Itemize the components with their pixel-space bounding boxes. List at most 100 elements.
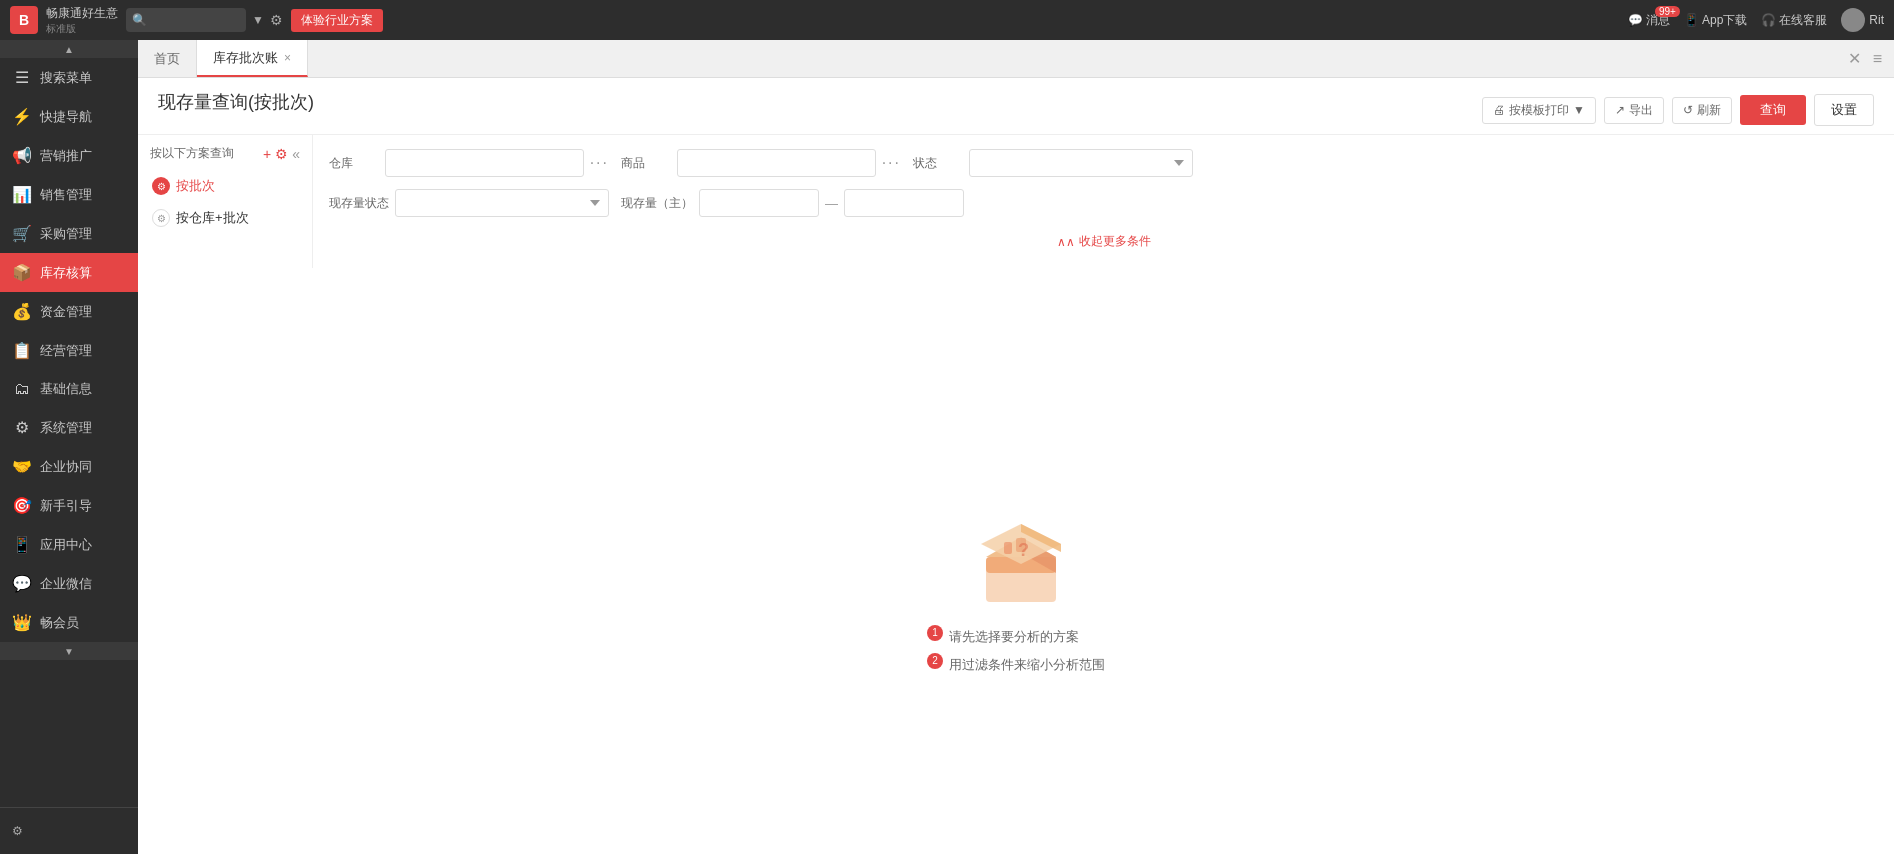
sidebar-item-member[interactable]: 👑 畅会员 [0,603,138,642]
newbie-icon: 🎯 [12,496,32,515]
sidebar-label-purchase: 采购管理 [40,225,92,243]
step-2-text: 用过滤条件来缩小分析范围 [949,652,1105,678]
sidebar-label-search: 搜索菜单 [40,69,92,87]
print-button[interactable]: 🖨 按模板打印 ▼ [1482,97,1596,124]
sidebar-item-marketing[interactable]: 📢 营销推广 [0,136,138,175]
app-company: 畅康通好生意 [46,5,118,22]
sidebar-item-inventory[interactable]: 📦 库存核算 [0,253,138,292]
filter-sidebar-collapse-icon[interactable]: « [292,146,300,162]
filter-option-by-warehouse-batch[interactable]: ⚙ 按仓库+批次 [138,202,312,234]
operations-icon: 📋 [12,341,32,360]
top-nav: 🔍 ▼ ⚙ [126,8,283,32]
sidebar-item-enterprise[interactable]: 🤝 企业协同 [0,447,138,486]
empty-step-2: 2 用过滤条件来缩小分析范围 [927,652,1105,678]
product-more-icon[interactable]: ··· [882,154,901,172]
sidebar-scroll-up[interactable]: ▲ [0,40,138,58]
messages-section[interactable]: 💬 消息 99+ [1628,12,1670,29]
tab-inventory-batch[interactable]: 库存批次账 × [197,40,308,77]
avatar [1841,8,1865,32]
inventory-qty-label: 现存量（主） [621,195,693,212]
content-area: 首页 库存批次账 × ✕ ≡ 现存量查询(按批次) 🖨 按模板打印 ▼ [138,40,1894,854]
filter-sidebar-title: 按以下方案查询 [150,145,234,162]
tab-bar-close-button[interactable]: ✕ [1844,47,1865,70]
inventory-batch-tab-label: 库存批次账 [213,49,278,67]
settings-icon[interactable]: ⚙ [270,12,283,28]
online-service[interactable]: 🎧 在线客服 [1761,12,1827,29]
filter-field-warehouse: 仓库 ··· [329,149,609,177]
sidebar-item-purchase[interactable]: 🛒 采购管理 [0,214,138,253]
filter-field-status: 状态 全部 在库 出库 [913,149,1193,177]
sales-icon: 📊 [12,185,32,204]
empty-illustration: ? [956,502,1076,602]
tab-close-icon[interactable]: × [284,51,291,65]
sidebar-label-operations: 经营管理 [40,342,92,360]
export-button[interactable]: ↗ 导出 [1604,97,1664,124]
filter-row-1: 仓库 ··· 商品 ··· 状态 [329,149,1878,177]
shortcut-icon: ⚡ [12,107,32,126]
marketing-icon: 📢 [12,146,32,165]
status-select[interactable]: 全部 在库 出库 [969,149,1193,177]
sidebar-item-operations[interactable]: 📋 经营管理 [0,331,138,370]
settings-bottom-icon: ⚙ [12,824,23,838]
sidebar-item-newbie[interactable]: 🎯 新手引导 [0,486,138,525]
product-input[interactable] [677,149,876,177]
sidebar-item-shortcut[interactable]: ⚡ 快捷导航 [0,97,138,136]
svg-rect-6 [1004,542,1012,554]
sidebar-item-finance[interactable]: 💰 资金管理 [0,292,138,331]
trial-industry-button[interactable]: 体验行业方案 [291,9,383,32]
step-2-num: 2 [927,653,943,669]
sidebar-label-marketing: 营销推广 [40,147,92,165]
empty-state: ? 1 请先选择要分析的方案 2 用过滤条件来缩小分析范围 [138,268,1894,854]
main-layout: ▲ ☰ 搜索菜单 ⚡ 快捷导航 📢 营销推广 📊 销售管理 🛒 采购管理 📦 库… [0,40,1894,854]
sidebar-item-search[interactable]: ☰ 搜索菜单 [0,58,138,97]
sidebar-item-system[interactable]: ⚙ 系统管理 [0,408,138,447]
app-edition: 标准版 [46,22,118,36]
collapse-button[interactable]: ∧∧ 收起更多条件 [1057,229,1151,254]
sidebar-item-basic[interactable]: 🗂 基础信息 [0,370,138,408]
status-label: 状态 [913,155,963,172]
filter-add-icon[interactable]: + [263,146,271,162]
dropdown-icon[interactable]: ▼ [252,13,264,27]
app-download[interactable]: 📱 App下载 [1684,12,1747,29]
inventory-status-label: 现存量状态 [329,195,389,212]
refresh-button[interactable]: ↺ 刷新 [1672,97,1732,124]
filter-warehouse-batch-label: 按仓库+批次 [176,209,249,227]
page-actions: 🖨 按模板打印 ▼ ↗ 导出 ↺ 刷新 查询 设置 [158,94,1874,126]
print-dropdown-icon[interactable]: ▼ [1573,103,1585,117]
sidebar-item-wechat[interactable]: 💬 企业微信 [0,564,138,603]
sidebar-bottom: ⚙ [0,807,138,854]
sidebar-scroll-down[interactable]: ▼ [0,642,138,660]
settings-button[interactable]: 设置 [1814,94,1874,126]
home-tab-label: 首页 [154,50,180,68]
warehouse-label: 仓库 [329,155,379,172]
filter-option-by-batch[interactable]: ⚙ 按批次 [138,170,312,202]
empty-text: 1 请先选择要分析的方案 2 用过滤条件来缩小分析范围 [927,622,1105,680]
inventory-qty-max-input[interactable] [844,189,964,217]
online-service-label: 在线客服 [1779,12,1827,29]
filter-field-product: 商品 ··· [621,149,901,177]
sidebar-item-sales[interactable]: 📊 销售管理 [0,175,138,214]
top-search-bar[interactable]: 🔍 [126,8,246,32]
app-logo: B [10,6,38,34]
filter-field-inventory-qty: 现存量（主） — [621,189,964,217]
inventory-qty-min-input[interactable] [699,189,819,217]
query-button[interactable]: 查询 [1740,95,1806,125]
refresh-icon: ↺ [1683,103,1693,117]
sidebar-bottom-settings[interactable]: ⚙ [0,816,138,846]
export-icon: ↗ [1615,103,1625,117]
sidebar-item-apps[interactable]: 📱 应用中心 [0,525,138,564]
warehouse-input[interactable] [385,149,584,177]
apps-icon: 📱 [12,535,32,554]
inventory-status-select[interactable]: 全部 有库存 无库存 [395,189,609,217]
user-section[interactable]: Rit [1841,8,1884,32]
product-label: 商品 [621,155,671,172]
filter-settings-icon[interactable]: ⚙ [275,146,288,162]
filter-sidebar-header: 按以下方案查询 + ⚙ « [138,145,312,170]
app-info: 畅康通好生意 标准版 [46,5,118,36]
tab-home[interactable]: 首页 [138,40,197,77]
top-bar: B 畅康通好生意 标准版 🔍 ▼ ⚙ 体验行业方案 💬 消息 99+ 📱 App… [0,0,1894,40]
inventory-icon: 📦 [12,263,32,282]
warehouse-more-icon[interactable]: ··· [590,154,609,172]
tab-bar-menu-icon[interactable]: ≡ [1869,48,1886,70]
filter-batch-icon: ⚙ [152,177,170,195]
